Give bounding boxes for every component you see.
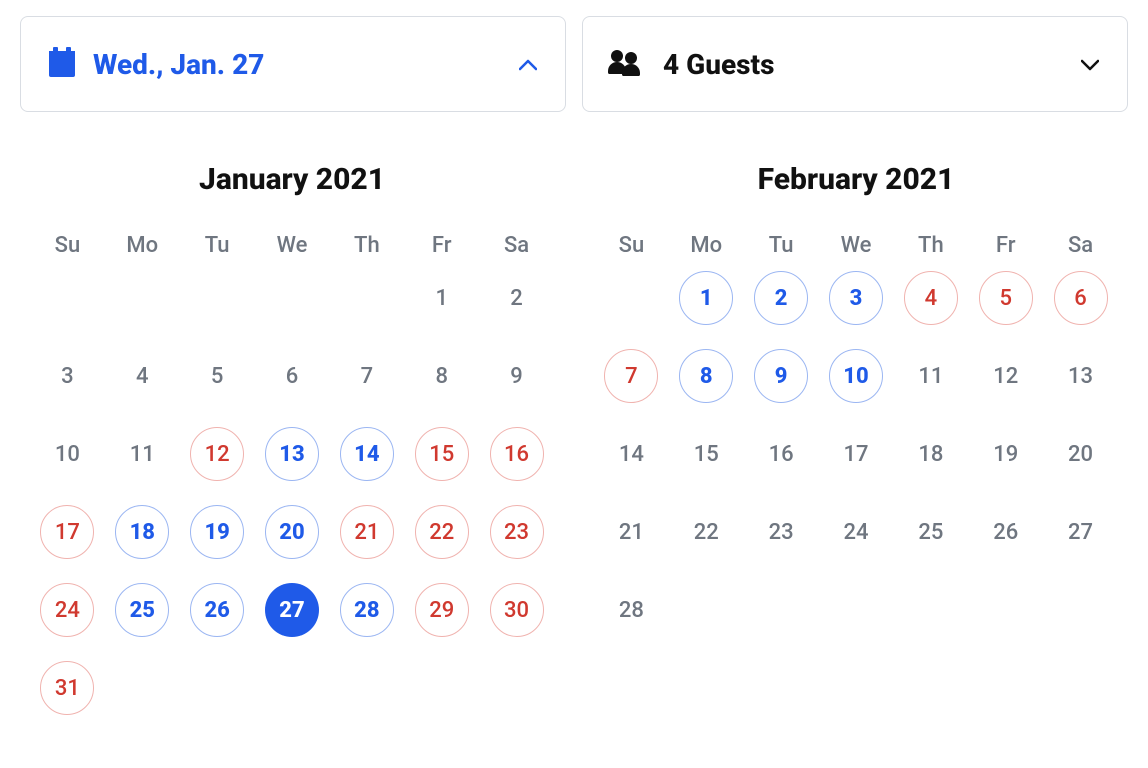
calendar-day: 11 [904,349,958,403]
weekday-header: SuMoTuWeThFrSa [30,233,554,258]
weekday-label: Tu [180,233,255,258]
calendar-day[interactable]: 23 [490,505,544,559]
calendar-day[interactable]: 1 [679,271,733,325]
weekday-label: We [819,233,894,258]
date-picker-toggle[interactable]: Wed., Jan. 27 [20,16,566,112]
weekday-label: Sa [1043,233,1118,258]
calendar-day[interactable]: 4 [904,271,958,325]
calendar-blank [180,268,255,328]
weekday-header: SuMoTuWeThFrSa [594,233,1118,258]
calendar-day[interactable]: 15 [415,427,469,481]
calendar-blank [594,268,669,328]
calendar-day[interactable]: 10 [829,349,883,403]
calendar-day[interactable]: 16 [490,427,544,481]
people-icon [611,50,645,78]
calendar-day: 25 [904,505,958,559]
calendar-day[interactable]: 5 [979,271,1033,325]
calendar-blank [105,268,180,328]
calendar-day: 27 [1054,505,1108,559]
calendar-day[interactable]: 31 [40,661,94,715]
calendar-day[interactable]: 30 [490,583,544,637]
calendar-day[interactable]: 14 [340,427,394,481]
weekday-label: Th [329,233,404,258]
calendar-day[interactable]: 22 [415,505,469,559]
calendar-day: 2 [490,271,544,325]
weekday-label: Fr [968,233,1043,258]
calendar-day[interactable]: 26 [190,583,244,637]
calendar-day: 21 [604,505,658,559]
calendar-day: 5 [190,349,244,403]
month-title: February 2021 [594,162,1118,197]
calendar-day: 6 [265,349,319,403]
calendar-day[interactable]: 7 [604,349,658,403]
calendar-day[interactable]: 19 [190,505,244,559]
calendar-day: 11 [115,427,169,481]
calendar-day: 9 [490,349,544,403]
guests-picker-label: 4 Guests [663,48,1081,81]
calendar-day: 22 [679,505,733,559]
calendar-day: 20 [1054,427,1108,481]
calendar-day[interactable]: 27 [265,583,319,637]
weekday-label: Sa [479,233,554,258]
calendar-day: 7 [340,349,394,403]
calendar-day: 16 [754,427,808,481]
calendar-day: 17 [829,427,883,481]
calendar-day: 24 [829,505,883,559]
calendar-day[interactable]: 2 [754,271,808,325]
calendar-day: 13 [1054,349,1108,403]
calendar-day: 4 [115,349,169,403]
calendar-month: January 2021SuMoTuWeThFrSa12345678910111… [30,162,554,718]
calendar-day: 18 [904,427,958,481]
calendar-day[interactable]: 24 [40,583,94,637]
guests-picker-toggle[interactable]: 4 Guests [582,16,1128,112]
calendar-day: 26 [979,505,1033,559]
calendar-day: 15 [679,427,733,481]
calendar-month: February 2021SuMoTuWeThFrSa1234567891011… [594,162,1118,718]
calendar-blank [255,268,330,328]
chevron-up-icon [519,52,537,76]
calendar-day[interactable]: 12 [190,427,244,481]
weekday-label: Mo [105,233,180,258]
weekday-label: We [255,233,330,258]
calendar-day: 14 [604,427,658,481]
calendar-grid: 1234567891011121314151617181920212223242… [594,268,1118,640]
calendar-blank [30,268,105,328]
calendar-day[interactable]: 3 [829,271,883,325]
calendar-day[interactable]: 6 [1054,271,1108,325]
calendar-day[interactable]: 17 [40,505,94,559]
calendar-day[interactable]: 20 [265,505,319,559]
weekday-label: Tu [744,233,819,258]
weekday-label: Th [893,233,968,258]
calendar-icon [49,51,75,77]
calendar-grid: 1234567891011121314151617181920212223242… [30,268,554,718]
calendar-day: 23 [754,505,808,559]
chevron-down-icon [1081,52,1099,76]
calendar-day: 19 [979,427,1033,481]
calendar-day: 8 [415,349,469,403]
calendar-day[interactable]: 9 [754,349,808,403]
calendar-day[interactable]: 13 [265,427,319,481]
calendar-day[interactable]: 18 [115,505,169,559]
weekday-label: Su [30,233,105,258]
calendar-day: 12 [979,349,1033,403]
calendar-day[interactable]: 28 [340,583,394,637]
calendar-day: 28 [604,583,658,637]
weekday-label: Mo [669,233,744,258]
calendar-day[interactable]: 25 [115,583,169,637]
calendar-day: 1 [415,271,469,325]
weekday-label: Su [594,233,669,258]
calendar-blank [329,268,404,328]
calendar-day: 3 [40,349,94,403]
calendar-day: 10 [40,427,94,481]
calendar-day[interactable]: 21 [340,505,394,559]
calendar-day[interactable]: 29 [415,583,469,637]
weekday-label: Fr [404,233,479,258]
calendar-day[interactable]: 8 [679,349,733,403]
month-title: January 2021 [30,162,554,197]
date-picker-label: Wed., Jan. 27 [93,48,519,81]
